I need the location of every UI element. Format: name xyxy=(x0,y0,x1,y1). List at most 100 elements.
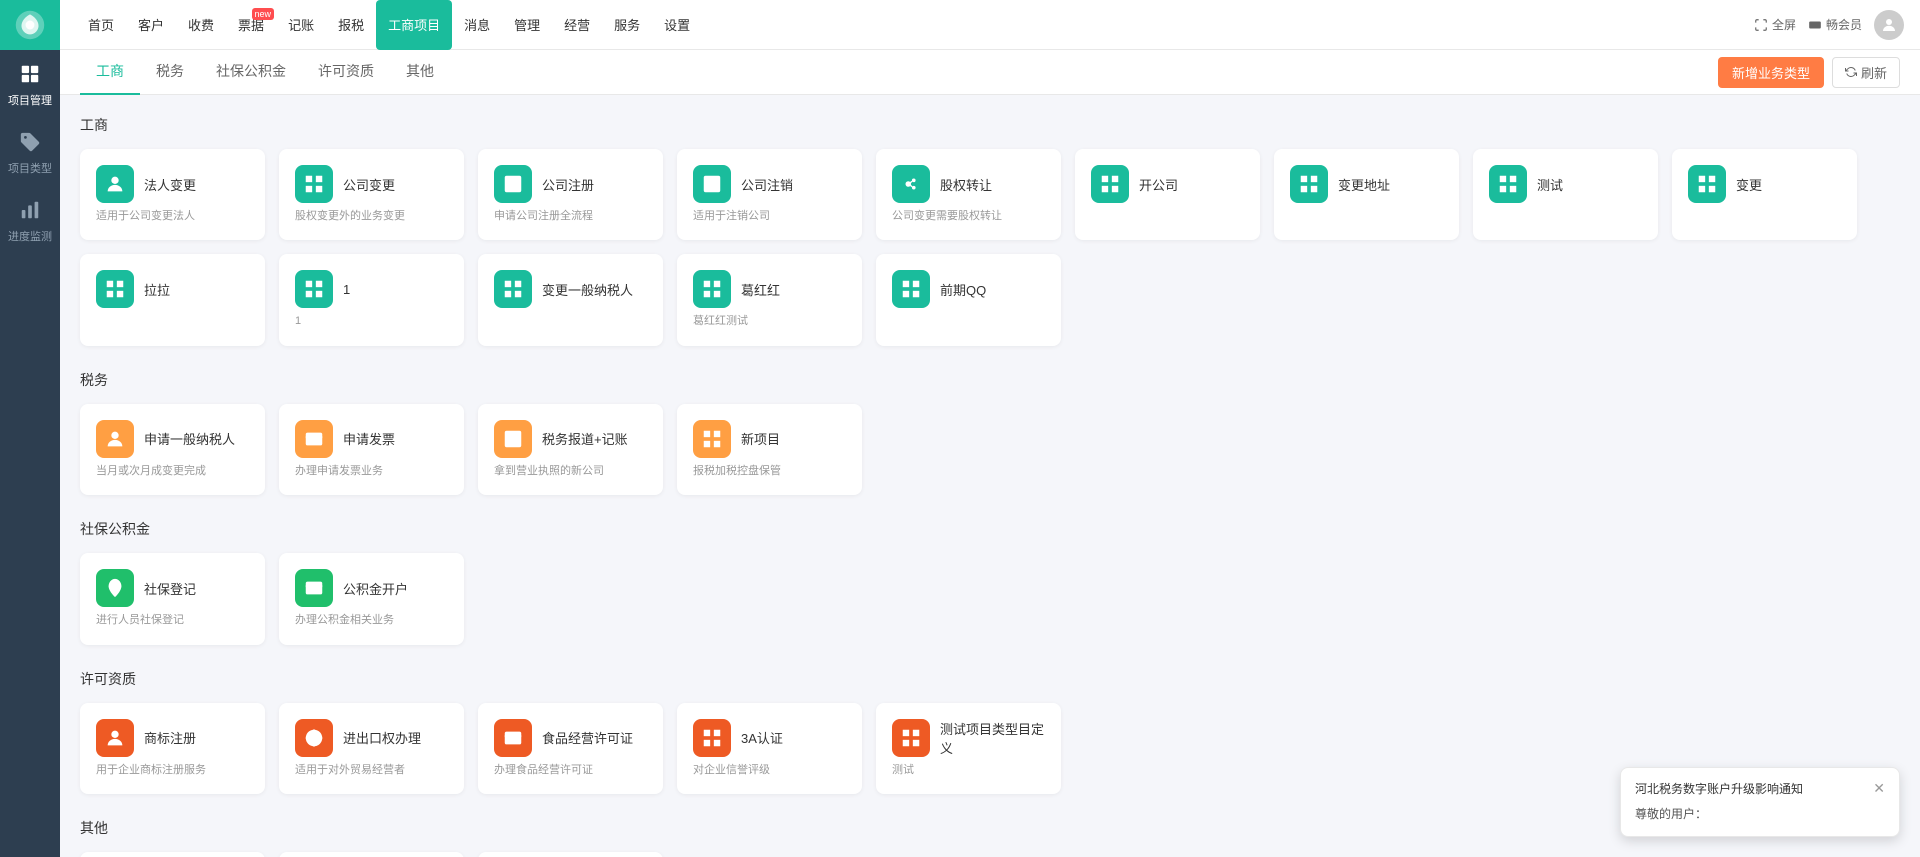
card-import-export[interactable]: 进出口权办理 适用于对外贸易经营者 xyxy=(279,703,464,794)
card-icon-ge-honghong xyxy=(693,270,731,308)
notification-close-button[interactable]: ✕ xyxy=(1873,780,1885,797)
card-icon-company-cancel xyxy=(693,165,731,203)
card-ge-honghong[interactable]: 葛红红 葛红红测试 xyxy=(677,254,862,345)
tab-social[interactable]: 社保公积金 xyxy=(200,50,302,95)
card-icon-test xyxy=(1489,165,1527,203)
card-equity-transfer[interactable]: 股权转让 公司变更需要股权转让 xyxy=(876,149,1061,240)
tab-other[interactable]: 其他 xyxy=(390,50,450,95)
card-haha[interactable]: 哈哈 xyxy=(80,852,265,857)
card-change-address[interactable]: 变更地址 xyxy=(1274,149,1459,240)
card-title-tax-report: 税务报道+记账 xyxy=(542,429,628,448)
social-cards-grid: 社保登记 进行人员社保登记 公积金开户 办理公积金相关业务 xyxy=(80,553,1900,644)
card-title-company-register: 公司注册 xyxy=(542,175,594,194)
avatar[interactable] xyxy=(1874,10,1904,40)
sidebar: 项目管理 项目类型 进度监测 xyxy=(0,0,60,857)
card-one[interactable]: 1 1 xyxy=(279,254,464,345)
nav-billing[interactable]: 收费 xyxy=(176,0,226,50)
sidebar-label-project-mgmt: 项目管理 xyxy=(8,92,52,108)
card-desc-equity-transfer: 公司变更需要股权转让 xyxy=(892,209,1045,224)
nav-accounting[interactable]: 记账 xyxy=(276,0,326,50)
card-desc-3a-cert: 对企业信誉评级 xyxy=(693,763,846,778)
sidebar-logo[interactable] xyxy=(0,0,60,50)
card-desc-test-type: 测试 xyxy=(892,763,1045,778)
card-test-type[interactable]: 测试项目类型目定义 测试 xyxy=(876,703,1061,794)
nav-settings[interactable]: 设置 xyxy=(652,0,702,50)
sidebar-item-project-mgmt[interactable]: 项目管理 xyxy=(0,50,60,118)
card-company-register[interactable]: 公司注册 申请公司注册全流程 xyxy=(478,149,663,240)
card-tax-report[interactable]: 税务报道+记账 拿到营业执照的新公司 xyxy=(478,404,663,495)
card-icon-lala xyxy=(96,270,134,308)
card-lala[interactable]: 拉拉 xyxy=(80,254,265,345)
card-food-license[interactable]: 食品经营许可证 办理食品经营许可证 xyxy=(478,703,663,794)
card-icon-tax-report xyxy=(494,420,532,458)
nav-home[interactable]: 首页 xyxy=(76,0,126,50)
nav-invoice[interactable]: 票据 new xyxy=(226,0,276,50)
card-change-taxpayer[interactable]: 变更一般纳税人 xyxy=(478,254,663,345)
card-open-company[interactable]: 开公司 xyxy=(1075,149,1260,240)
card-desc-legal-change: 适用于公司变更法人 xyxy=(96,209,249,224)
card-legal-change[interactable]: 法人变更 适用于公司变更法人 xyxy=(80,149,265,240)
nav-tax[interactable]: 报税 xyxy=(326,0,376,50)
card-test[interactable]: 测试 xyxy=(1473,149,1658,240)
card-company-cancel[interactable]: 公司注销 适用于注销公司 xyxy=(677,149,862,240)
card-title-new-project: 新项目 xyxy=(741,429,780,448)
topnav: 首页 客户 收费 票据 new 记账 报税 工商项目 消息 管理 经营 服务 设… xyxy=(60,0,1920,50)
card-icon-apply-taxpayer xyxy=(96,420,134,458)
nav-service[interactable]: 服务 xyxy=(602,0,652,50)
card-company-change[interactable]: 公司变更 股权变更外的业务变更 xyxy=(279,149,464,240)
card-liupeng-test[interactable]: 刘鹏测试 测试 xyxy=(279,852,464,857)
sidebar-item-project-type[interactable]: 项目类型 xyxy=(0,118,60,186)
card-desc-provident-fund: 办理公积金相关业务 xyxy=(295,613,448,628)
card-title-trademark: 商标注册 xyxy=(144,728,196,747)
tab-tax[interactable]: 税务 xyxy=(140,50,200,95)
card-trademark[interactable]: 商标注册 用于企业商标注册服务 xyxy=(80,703,265,794)
refresh-button[interactable]: 刷新 xyxy=(1832,57,1900,88)
page-content: 工商 法人变更 适用于公司变更法人 xyxy=(60,95,1920,857)
tag-icon xyxy=(16,128,44,156)
card-icon-new-project xyxy=(693,420,731,458)
grid-icon xyxy=(16,60,44,88)
new-type-button[interactable]: 新增业务类型 xyxy=(1718,57,1824,88)
card-title-social-register: 社保登记 xyxy=(144,579,196,598)
nav-management[interactable]: 管理 xyxy=(502,0,552,50)
card-desc-company-cancel: 适用于注销公司 xyxy=(693,209,846,224)
sidebar-item-progress-monitor[interactable]: 进度监测 xyxy=(0,186,60,254)
card-qianqi-qq[interactable]: 前期QQ xyxy=(876,254,1061,345)
vip-btn[interactable]: 畅会员 xyxy=(1808,16,1862,33)
card-title-ge-honghong: 葛红红 xyxy=(741,280,780,299)
card-desc-apply-invoice: 办理申请发票业务 xyxy=(295,464,448,479)
tab-license[interactable]: 许可资质 xyxy=(302,50,390,95)
card-icon-apply-invoice xyxy=(295,420,333,458)
nav-operation[interactable]: 经营 xyxy=(552,0,602,50)
section-title-license: 许可资质 xyxy=(80,669,1900,689)
card-icon-social-register xyxy=(96,569,134,607)
card-icon-change-taxpayer xyxy=(494,270,532,308)
tab-bar-right: 新增业务类型 刷新 xyxy=(1718,57,1900,88)
new-badge: new xyxy=(252,8,275,20)
card-twenty-one[interactable]: 21 1 xyxy=(478,852,663,857)
card-title-apply-taxpayer: 申请一般纳税人 xyxy=(144,429,235,448)
fullscreen-btn[interactable]: 全屏 xyxy=(1754,16,1796,33)
card-change[interactable]: 变更 xyxy=(1672,149,1857,240)
card-apply-taxpayer[interactable]: 申请一般纳税人 当月或次月成变更完成 xyxy=(80,404,265,495)
nav-bizproject[interactable]: 工商项目 xyxy=(376,0,452,50)
card-apply-invoice[interactable]: 申请发票 办理申请发票业务 xyxy=(279,404,464,495)
card-social-register[interactable]: 社保登记 进行人员社保登记 xyxy=(80,553,265,644)
card-new-project[interactable]: 新项目 报税加税控盘保管 xyxy=(677,404,862,495)
card-provident-fund[interactable]: 公积金开户 办理公积金相关业务 xyxy=(279,553,464,644)
card-title-one: 1 xyxy=(343,282,350,297)
chart-icon xyxy=(16,196,44,224)
tab-biz[interactable]: 工商 xyxy=(80,50,140,95)
card-title-qianqi-qq: 前期QQ xyxy=(940,280,986,299)
card-title-food-license: 食品经营许可证 xyxy=(542,728,633,747)
card-title-test-type: 测试项目类型目定义 xyxy=(940,719,1045,757)
card-title-change-address: 变更地址 xyxy=(1338,175,1390,194)
nav-message[interactable]: 消息 xyxy=(452,0,502,50)
card-title-change-taxpayer: 变更一般纳税人 xyxy=(542,280,633,299)
section-title-social: 社保公积金 xyxy=(80,519,1900,539)
card-3a-cert[interactable]: 3A认证 对企业信誉评级 xyxy=(677,703,862,794)
content-area: 工商 税务 社保公积金 许可资质 其他 新增业务类型 刷新 工商 xyxy=(60,50,1920,857)
notification-content: 尊敬的用户： xyxy=(1635,805,1885,824)
nav-customer[interactable]: 客户 xyxy=(126,0,176,50)
card-icon-one xyxy=(295,270,333,308)
